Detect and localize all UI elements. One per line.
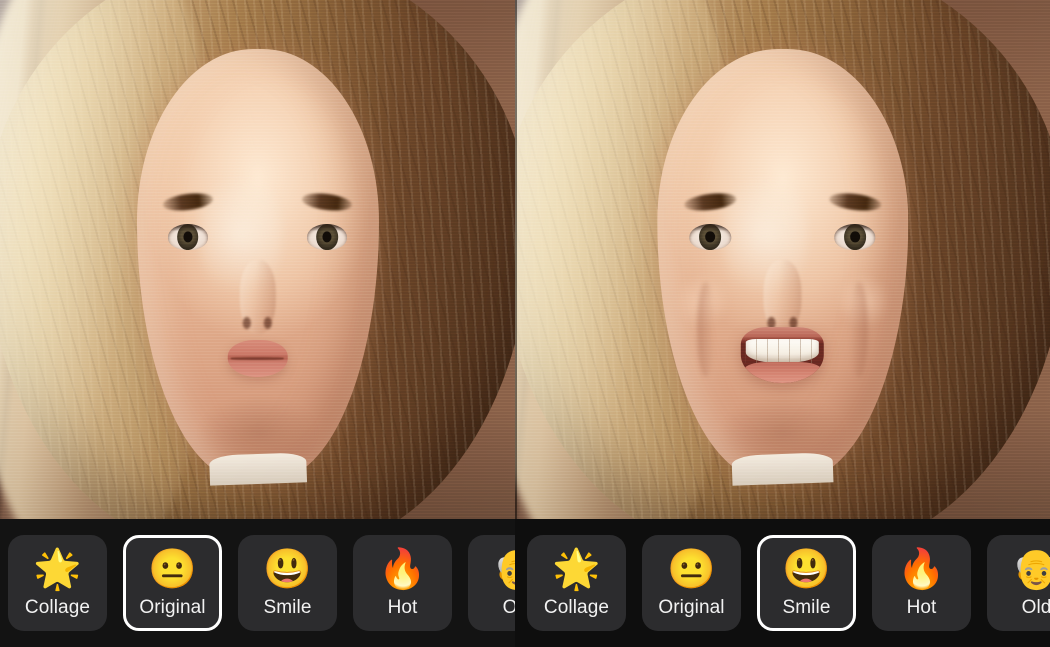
pupil-right xyxy=(322,230,332,243)
filter-tile-old[interactable]: 👴 Old xyxy=(987,535,1050,631)
fire-icon: 🔥 xyxy=(378,548,427,591)
filter-tile-original[interactable]: 😐 Original xyxy=(123,535,222,631)
grinning-face-icon: 😃 xyxy=(263,548,312,591)
pupil-left-smile xyxy=(705,230,716,243)
eyelash-left xyxy=(167,223,208,231)
photo-pane-right-smile[interactable] xyxy=(515,0,1050,519)
filter-tile-collage[interactable]: 🌟 Collage xyxy=(8,535,107,631)
filter-toolbar: 🌟 Collage 😐 Original 😃 Smile 🔥 Hot 👴 Old 🌟 Collage… xyxy=(0,519,1050,647)
filter-tile-label: Collage xyxy=(543,596,610,618)
filter-tile-collage[interactable]: 🌟 Collage xyxy=(527,535,626,631)
filter-app-screen: 🌟 Collage 😐 Original 😃 Smile 🔥 Hot 👴 Old 🌟 Collage… xyxy=(0,0,1050,647)
eyebrow-right-smile xyxy=(828,190,882,213)
filter-tile-hot[interactable]: 🔥 Hot xyxy=(353,535,452,631)
face-left xyxy=(136,49,379,487)
collar-left xyxy=(208,452,307,487)
neutral-face-icon: 😐 xyxy=(148,548,197,591)
nasolabial-line-left xyxy=(697,281,715,377)
fire-icon: 🔥 xyxy=(897,548,946,591)
glowing-star-icon: 🌟 xyxy=(33,548,82,591)
pupil-left xyxy=(183,230,193,243)
pupil-right-smile xyxy=(849,230,860,243)
photo-pane-left-original[interactable] xyxy=(0,0,515,519)
eye-left-smile xyxy=(689,223,731,250)
filter-tile-label: Smile xyxy=(263,596,312,618)
filter-tile-hot[interactable]: 🔥 Hot xyxy=(872,535,971,631)
filter-tile-smile[interactable]: 😃 Smile xyxy=(238,535,337,631)
filter-strip-right[interactable]: 🌟 Collage 😐 Original 😃 Smile 🔥 Hot 👴 Old xyxy=(515,519,1050,647)
pane-divider xyxy=(515,0,517,519)
eye-left xyxy=(167,223,208,250)
eyelash-right-smile xyxy=(834,223,876,231)
old-man-icon: 👴 xyxy=(1012,548,1050,591)
nose-left-pane xyxy=(239,260,276,334)
nose-right-pane xyxy=(763,260,802,334)
nasolabial-line-right xyxy=(850,281,868,377)
glowing-star-icon: 🌟 xyxy=(552,548,601,591)
eye-right-smile xyxy=(834,223,876,250)
nostril-right xyxy=(264,317,273,330)
photo-comparison-area xyxy=(0,0,1050,519)
eyelash-left-smile xyxy=(689,223,731,231)
eyelash-right xyxy=(307,223,348,231)
neutral-face-icon: 😐 xyxy=(667,548,716,591)
filter-tile-original[interactable]: 😐 Original xyxy=(642,535,741,631)
mouth-neutral xyxy=(227,340,288,378)
collar-right xyxy=(731,452,834,487)
eyebrow-right xyxy=(301,190,353,213)
filter-tile-label: Old xyxy=(1021,596,1050,618)
teeth xyxy=(745,339,819,363)
lower-lip xyxy=(744,362,821,384)
filter-tile-label: Collage xyxy=(24,596,91,618)
filter-tile-label: Original xyxy=(658,596,725,618)
filter-tile-label: Original xyxy=(139,596,206,618)
filter-tile-label: Hot xyxy=(387,596,418,618)
filter-tile-label: Hot xyxy=(906,596,937,618)
eye-right xyxy=(307,223,348,250)
mouth-smiling xyxy=(741,327,824,384)
filter-strip-left[interactable]: 🌟Collage😐Original😃Smile🔥Hot👴Old xyxy=(0,519,567,647)
grinning-face-icon: 😃 xyxy=(782,548,831,591)
nostril-left xyxy=(242,317,251,330)
filter-tile-smile[interactable]: 😃 Smile xyxy=(757,535,856,631)
filter-tile-label: Smile xyxy=(782,596,831,618)
